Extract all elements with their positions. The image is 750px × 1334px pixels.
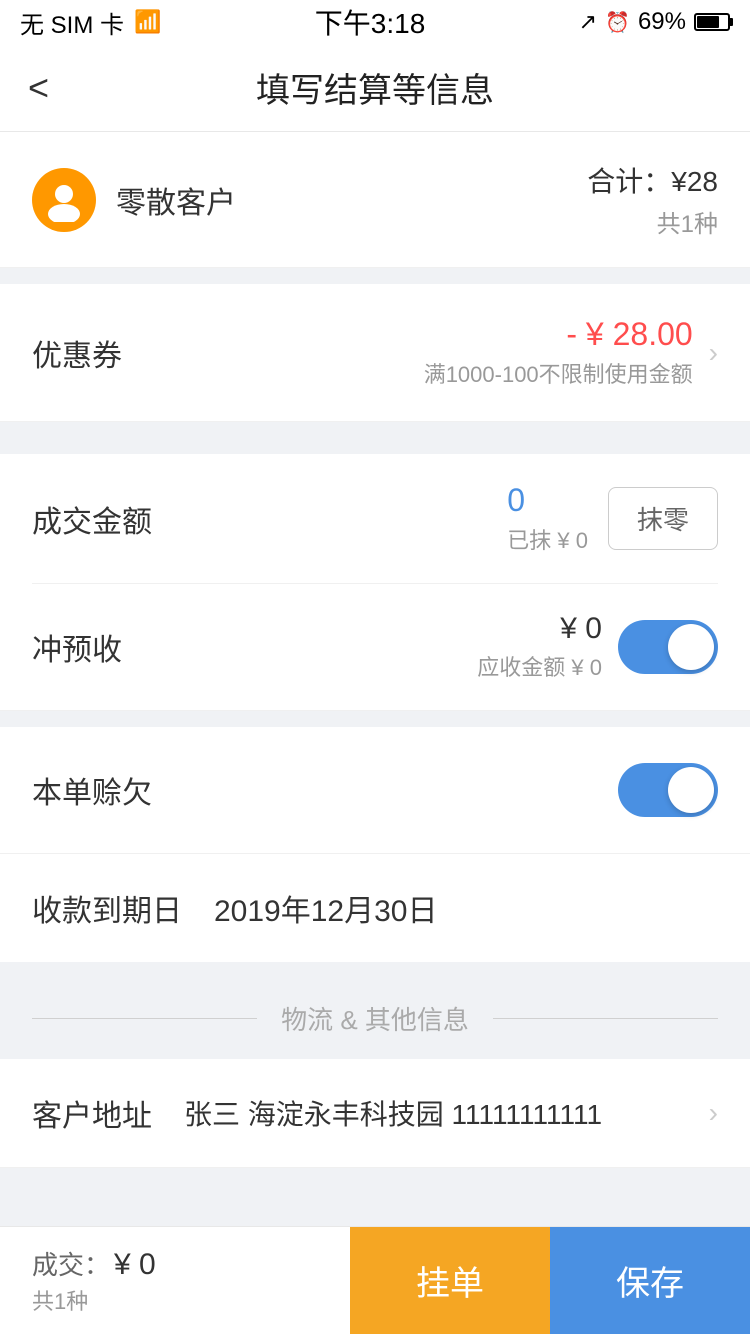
prepay-right: ¥ 0 应收金额 ¥ 0: [477, 612, 718, 682]
deal-amount-row: 成交金额 0 已抹 ¥ 0 抹零: [32, 454, 718, 584]
deal-right: 0 已抹 ¥ 0 抹零: [507, 482, 718, 555]
customer-total: 合计：¥28: [587, 160, 718, 200]
due-section: 收款到期日 2019年12月30日: [0, 854, 750, 962]
wifi-icon: 📶: [134, 9, 161, 35]
bottom-left: 成交： ¥ 0 共1种: [0, 1245, 350, 1316]
coupon-row[interactable]: 优惠券 - ¥ 28.00 满1000-100不限制使用金额 ›: [0, 284, 750, 422]
prepay-sub: 应收金额 ¥ 0: [477, 650, 602, 682]
address-section[interactable]: 客户地址 张三 海淀永丰科技园 11111111111 ›: [0, 1059, 750, 1168]
bottom-bar: 成交： ¥ 0 共1种 挂单 保存: [0, 1226, 750, 1334]
bottom-amount: ¥ 0: [114, 1248, 156, 1282]
coupon-right: - ¥ 28.00 满1000-100不限制使用金额 ›: [424, 316, 718, 389]
customer-avatar: [32, 168, 96, 232]
content: 零散客户 合计：¥28 共1种 优惠券 - ¥ 28.00 满1000-100不…: [0, 132, 750, 1304]
location-icon: ↗: [579, 9, 597, 35]
coupon-label: 优惠券: [32, 331, 122, 375]
address-label: 客户地址: [32, 1091, 152, 1135]
logistics-label: 物流 & 其他信息: [281, 1000, 469, 1037]
logistics-divider: 物流 & 其他信息: [0, 978, 750, 1059]
deal-value-block: 0 已抹 ¥ 0: [507, 482, 588, 555]
status-right: ↗ ⏰ 69%: [579, 8, 730, 36]
due-label: 收款到期日: [32, 886, 182, 930]
status-bar: 无 SIM 卡 📶 下午3:18 ↗ ⏰ 69%: [0, 0, 750, 44]
divider-2: [0, 711, 750, 727]
customer-row[interactable]: 零散客户 合计：¥28 共1种: [0, 132, 750, 268]
due-row: 收款到期日 2019年12月30日: [32, 886, 718, 930]
deal-value[interactable]: 0: [507, 482, 588, 519]
alarm-icon: ⏰: [605, 10, 630, 35]
customer-section: 零散客户 合计：¥28 共1种: [0, 132, 750, 268]
nav-bar: < 填写结算等信息: [0, 44, 750, 132]
deal-prepay-section: 成交金额 0 已抹 ¥ 0 抹零 冲预收 ¥ 0 应收金额 ¥ 0: [0, 454, 750, 711]
deal-sub: 已抹 ¥ 0: [507, 523, 588, 555]
coupon-desc: 满1000-100不限制使用金额: [424, 357, 693, 389]
back-button[interactable]: <: [28, 67, 49, 109]
customer-count: 共1种: [587, 204, 718, 239]
prepay-toggle[interactable]: [618, 620, 718, 674]
bottom-count: 共1种: [32, 1284, 318, 1316]
divider-3: [0, 962, 750, 978]
customer-left: 零散客户: [32, 168, 236, 232]
battery-percent: 69%: [638, 8, 686, 36]
due-date[interactable]: 2019年12月30日: [214, 886, 437, 930]
status-left: 无 SIM 卡 📶: [20, 5, 161, 40]
hold-button[interactable]: 挂单: [350, 1227, 550, 1334]
battery-icon: [694, 13, 730, 31]
prepay-value-block: ¥ 0 应收金额 ¥ 0: [477, 612, 602, 682]
coupon-amount: - ¥ 28.00: [424, 316, 693, 353]
debt-toggle[interactable]: [618, 763, 718, 817]
deal-label: 成交金额: [32, 497, 152, 541]
customer-name: 零散客户: [116, 178, 236, 222]
debt-label: 本单赊欠: [32, 768, 152, 812]
bottom-deal-label: 成交：: [32, 1245, 110, 1282]
status-time: 下午3:18: [315, 2, 426, 42]
address-value: 张三 海淀永丰科技园 11111111111: [184, 1093, 709, 1133]
coupon-chevron-icon: ›: [709, 337, 718, 369]
sim-label: 无 SIM 卡: [20, 5, 124, 40]
divider-1: [0, 438, 750, 454]
address-chevron-icon: ›: [709, 1097, 718, 1129]
coupon-section: 优惠券 - ¥ 28.00 满1000-100不限制使用金额 ›: [0, 284, 750, 422]
page-title: 填写结算等信息: [256, 63, 494, 112]
logistics-line-right: [493, 1018, 718, 1019]
debt-section: 本单赊欠: [0, 727, 750, 854]
divider-4: [0, 1168, 750, 1184]
coupon-value: - ¥ 28.00 满1000-100不限制使用金额: [424, 316, 693, 389]
prepay-amount: ¥ 0: [477, 612, 602, 646]
round-button[interactable]: 抹零: [608, 487, 718, 550]
prepay-row: 冲预收 ¥ 0 应收金额 ¥ 0: [32, 584, 718, 710]
logistics-line-left: [32, 1018, 257, 1019]
save-button[interactable]: 保存: [550, 1227, 750, 1334]
customer-right: 合计：¥28 共1种: [587, 160, 718, 239]
prepay-label: 冲预收: [32, 625, 122, 669]
